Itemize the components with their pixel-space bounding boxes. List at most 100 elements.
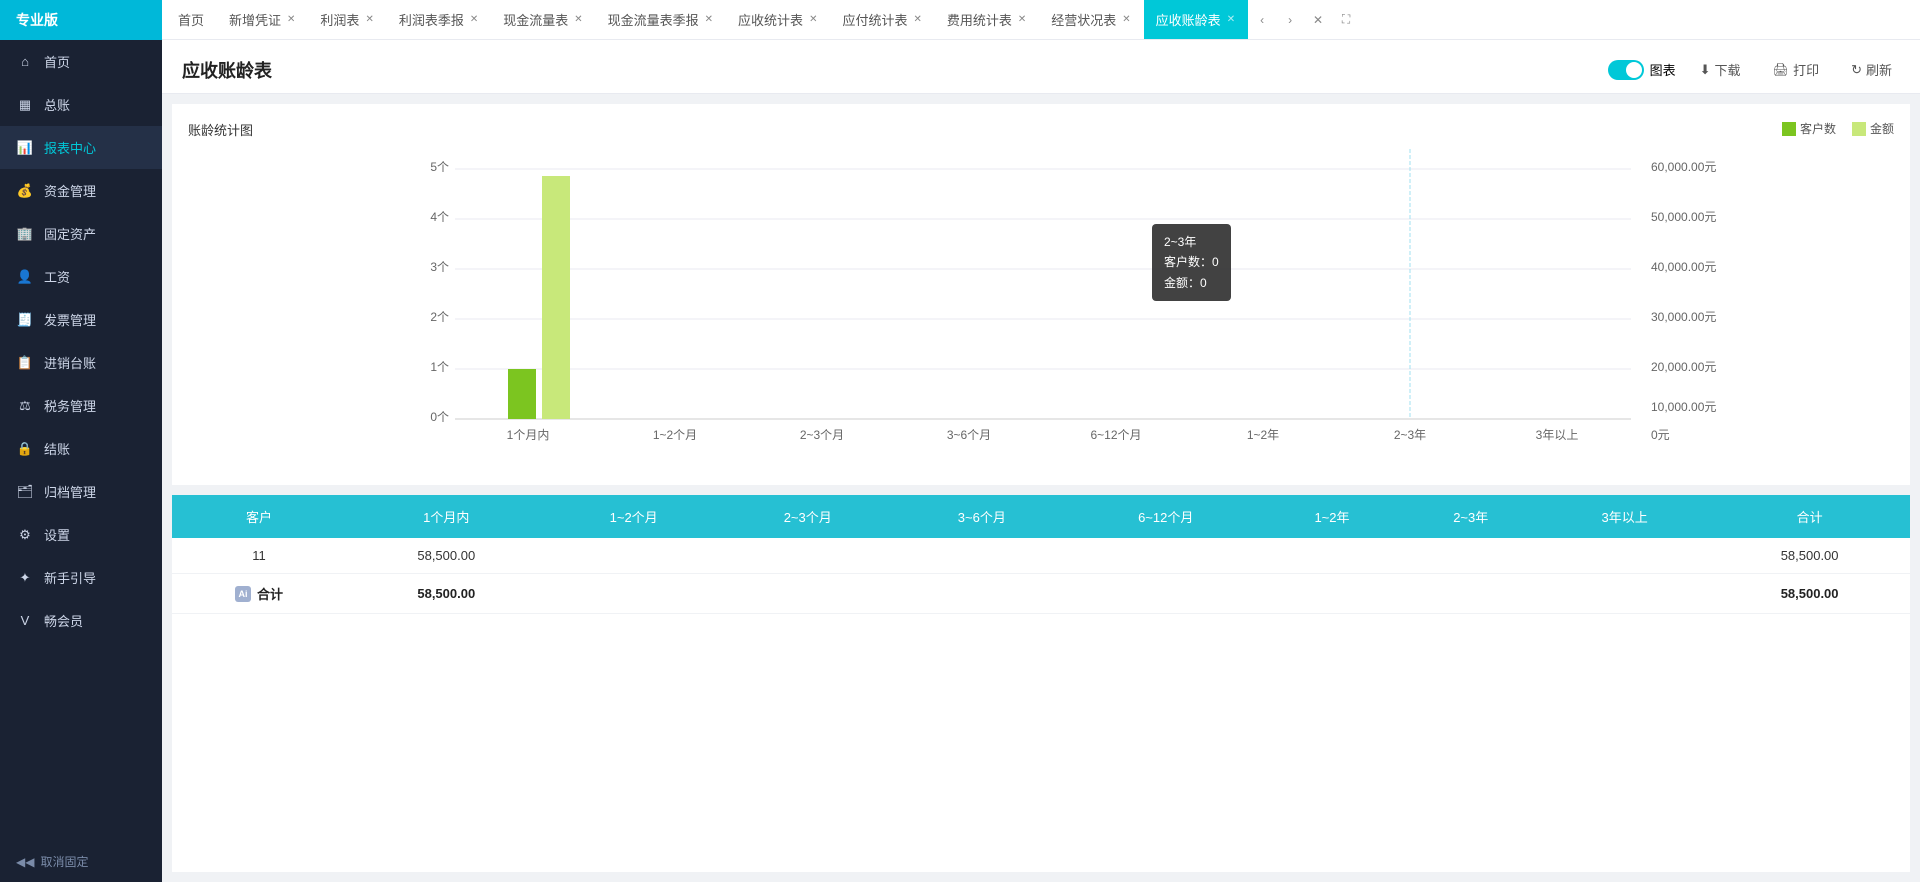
sidebar-label-reports: 报表中心 xyxy=(44,138,96,157)
tab-home[interactable]: 首页 xyxy=(166,0,217,39)
download-button[interactable]: ⬇ 下载 xyxy=(1692,56,1749,83)
svg-text:5个: 5个 xyxy=(430,160,449,174)
sidebar-item-ledger[interactable]: ▦ 总账 xyxy=(0,83,162,126)
sidebar-item-tax[interactable]: ⚖ 税务管理 xyxy=(0,384,162,427)
svg-text:2~3年: 2~3年 xyxy=(1394,428,1426,442)
sidebar-item-guide[interactable]: ✦ 新手引导 xyxy=(0,556,162,599)
sidebar-item-assets[interactable]: 🏢 固定资产 xyxy=(0,212,162,255)
col-header-y12: 1~2年 xyxy=(1263,495,1402,538)
sidebar-item-sales[interactable]: 📋 进销台账 xyxy=(0,341,162,384)
ledger-icon: ▦ xyxy=(16,96,34,114)
table-area: 客户 1个月内 1~2个月 2~3个月 3~6个月 6~12个月 1~2年 2~… xyxy=(172,495,1910,872)
tab-close-all-button[interactable]: ✕ xyxy=(1304,6,1332,34)
sidebar-label-invoice: 发票管理 xyxy=(44,310,96,329)
sidebar-item-payroll[interactable]: 👤 工资 xyxy=(0,255,162,298)
chart-legend: 客户数 金额 xyxy=(1782,120,1894,137)
tab-biz-status[interactable]: 经营状况表 ✕ xyxy=(1039,0,1143,39)
tab-label-home: 首页 xyxy=(178,10,204,29)
sidebar-label-settings: 设置 xyxy=(44,525,70,544)
tab-payable-stat[interactable]: 应付统计表 ✕ xyxy=(830,0,934,39)
sidebar-item-invoice[interactable]: 🧾 发票管理 xyxy=(0,298,162,341)
tab-close-voucher[interactable]: ✕ xyxy=(287,14,295,25)
print-button[interactable]: 🖨 打印 xyxy=(1765,56,1828,83)
tab-next-button[interactable]: › xyxy=(1276,6,1304,34)
total-y23 xyxy=(1401,574,1540,614)
cell-m12-0 xyxy=(547,538,721,574)
chart-toggle[interactable]: 图表 xyxy=(1608,60,1676,80)
tab-close-profit[interactable]: ✕ xyxy=(365,14,373,25)
settings-icon: ⚙ xyxy=(16,526,34,544)
svg-text:30,000.00元: 30,000.00元 xyxy=(1651,310,1716,324)
sidebar-label-ledger: 总账 xyxy=(44,95,70,114)
refresh-button[interactable]: ↻ 刷新 xyxy=(1843,56,1900,83)
svg-text:6~12个月: 6~12个月 xyxy=(1090,428,1141,442)
collapse-button[interactable]: ◀◀ 取消固定 xyxy=(0,841,162,882)
tab-prev-button[interactable]: ‹ xyxy=(1248,6,1276,34)
tab-profit[interactable]: 利润表 ✕ xyxy=(308,0,386,39)
cell-m1-0: 58,500.00 xyxy=(346,538,547,574)
content-area: 应收账龄表 图表 ⬇ 下载 🖨 打印 ↻ 刷新 xyxy=(162,40,1920,882)
sidebar-item-reports[interactable]: 📊 报表中心 xyxy=(0,126,162,169)
tab-label-profit-q: 利润表季报 xyxy=(399,10,464,29)
sidebar-item-home[interactable]: ⌂ 首页 xyxy=(0,40,162,83)
sidebar-label-vip: 畅会员 xyxy=(44,611,83,630)
total-m612 xyxy=(1069,574,1263,614)
tab-close-expense-stat[interactable]: ✕ xyxy=(1018,14,1026,25)
tab-close-cashflow-q[interactable]: ✕ xyxy=(705,14,713,25)
sidebar-label-archive: 归档管理 xyxy=(44,482,96,501)
sidebar: 专业版 ⌂ 首页 ▦ 总账 📊 报表中心 💰 资金管理 🏢 固定资产 👤 工资 … xyxy=(0,0,162,882)
col-header-total: 合计 xyxy=(1709,495,1910,538)
tab-expand-button[interactable]: ⛶ xyxy=(1332,6,1360,34)
col-header-customer: 客户 xyxy=(172,495,346,538)
tab-label-cashflow: 现金流量表 xyxy=(503,10,568,29)
tab-profit-q[interactable]: 利润表季报 ✕ xyxy=(387,0,491,39)
tab-close-cashflow[interactable]: ✕ xyxy=(574,14,582,25)
total-label-cell: Ai 合计 xyxy=(172,574,346,614)
sidebar-item-settings[interactable]: ⚙ 设置 xyxy=(0,513,162,556)
sidebar-item-funds[interactable]: 💰 资金管理 xyxy=(0,169,162,212)
print-label: 打印 xyxy=(1793,60,1819,79)
sales-icon: 📋 xyxy=(16,354,34,372)
sidebar-item-vip[interactable]: V 畅会员 xyxy=(0,599,162,642)
chart-svg: 5个 4个 3个 2个 1个 0个 60,000.00元 50,000.00元 … xyxy=(188,149,1894,449)
sidebar-item-close[interactable]: 🔒 结账 xyxy=(0,427,162,470)
svg-text:20,000.00元: 20,000.00元 xyxy=(1651,360,1716,374)
tab-voucher[interactable]: 新增凭证 ✕ xyxy=(217,0,308,39)
cell-m36-0 xyxy=(895,538,1069,574)
legend-amount: 金额 xyxy=(1852,120,1894,137)
tab-label-receivable-stat: 应收统计表 xyxy=(738,10,803,29)
cell-y3p-0 xyxy=(1540,538,1709,574)
home-icon: ⌂ xyxy=(16,53,34,71)
tab-cashflow-q[interactable]: 现金流量表季报 ✕ xyxy=(596,0,726,39)
tab-close-receivable-stat[interactable]: ✕ xyxy=(809,14,817,25)
tab-cashflow[interactable]: 现金流量表 ✕ xyxy=(491,0,595,39)
svg-text:0个: 0个 xyxy=(430,410,449,424)
tab-label-payable-stat: 应付统计表 xyxy=(842,10,907,29)
sidebar-label-payroll: 工资 xyxy=(44,267,70,286)
tab-label-expense-stat: 费用统计表 xyxy=(947,10,1012,29)
total-m12 xyxy=(547,574,721,614)
tab-close-profit-q[interactable]: ✕ xyxy=(470,14,478,25)
page-title: 应收账龄表 xyxy=(182,57,272,83)
total-y12 xyxy=(1263,574,1402,614)
cell-m23-0 xyxy=(721,538,895,574)
total-m36 xyxy=(895,574,1069,614)
tab-receivable-stat[interactable]: 应收统计表 ✕ xyxy=(726,0,830,39)
tab-label-profit: 利润表 xyxy=(320,10,359,29)
svg-text:3年以上: 3年以上 xyxy=(1536,428,1579,442)
toggle-track[interactable] xyxy=(1608,60,1644,80)
chart-toggle-label: 图表 xyxy=(1650,60,1676,79)
cell-customer-0: 11 xyxy=(172,538,346,574)
chart-area: 账龄统计图 客户数 金额 5个 4个 3个 2个 xyxy=(172,104,1910,485)
tax-icon: ⚖ xyxy=(16,397,34,415)
tab-close-receivable-aging[interactable]: ✕ xyxy=(1227,14,1235,25)
tab-close-biz-status[interactable]: ✕ xyxy=(1122,14,1130,25)
sidebar-label-assets: 固定资产 xyxy=(44,224,96,243)
table-header-row: 客户 1个月内 1~2个月 2~3个月 3~6个月 6~12个月 1~2年 2~… xyxy=(172,495,1910,538)
sidebar-item-archive[interactable]: 🗂 归档管理 xyxy=(0,470,162,513)
legend-customers: 客户数 xyxy=(1782,120,1836,137)
tab-expense-stat[interactable]: 费用统计表 ✕ xyxy=(935,0,1039,39)
cell-total-0: 58,500.00 xyxy=(1709,538,1910,574)
tab-receivable-aging[interactable]: 应收账龄表 ✕ xyxy=(1144,0,1248,39)
tab-close-payable-stat[interactable]: ✕ xyxy=(913,14,921,25)
